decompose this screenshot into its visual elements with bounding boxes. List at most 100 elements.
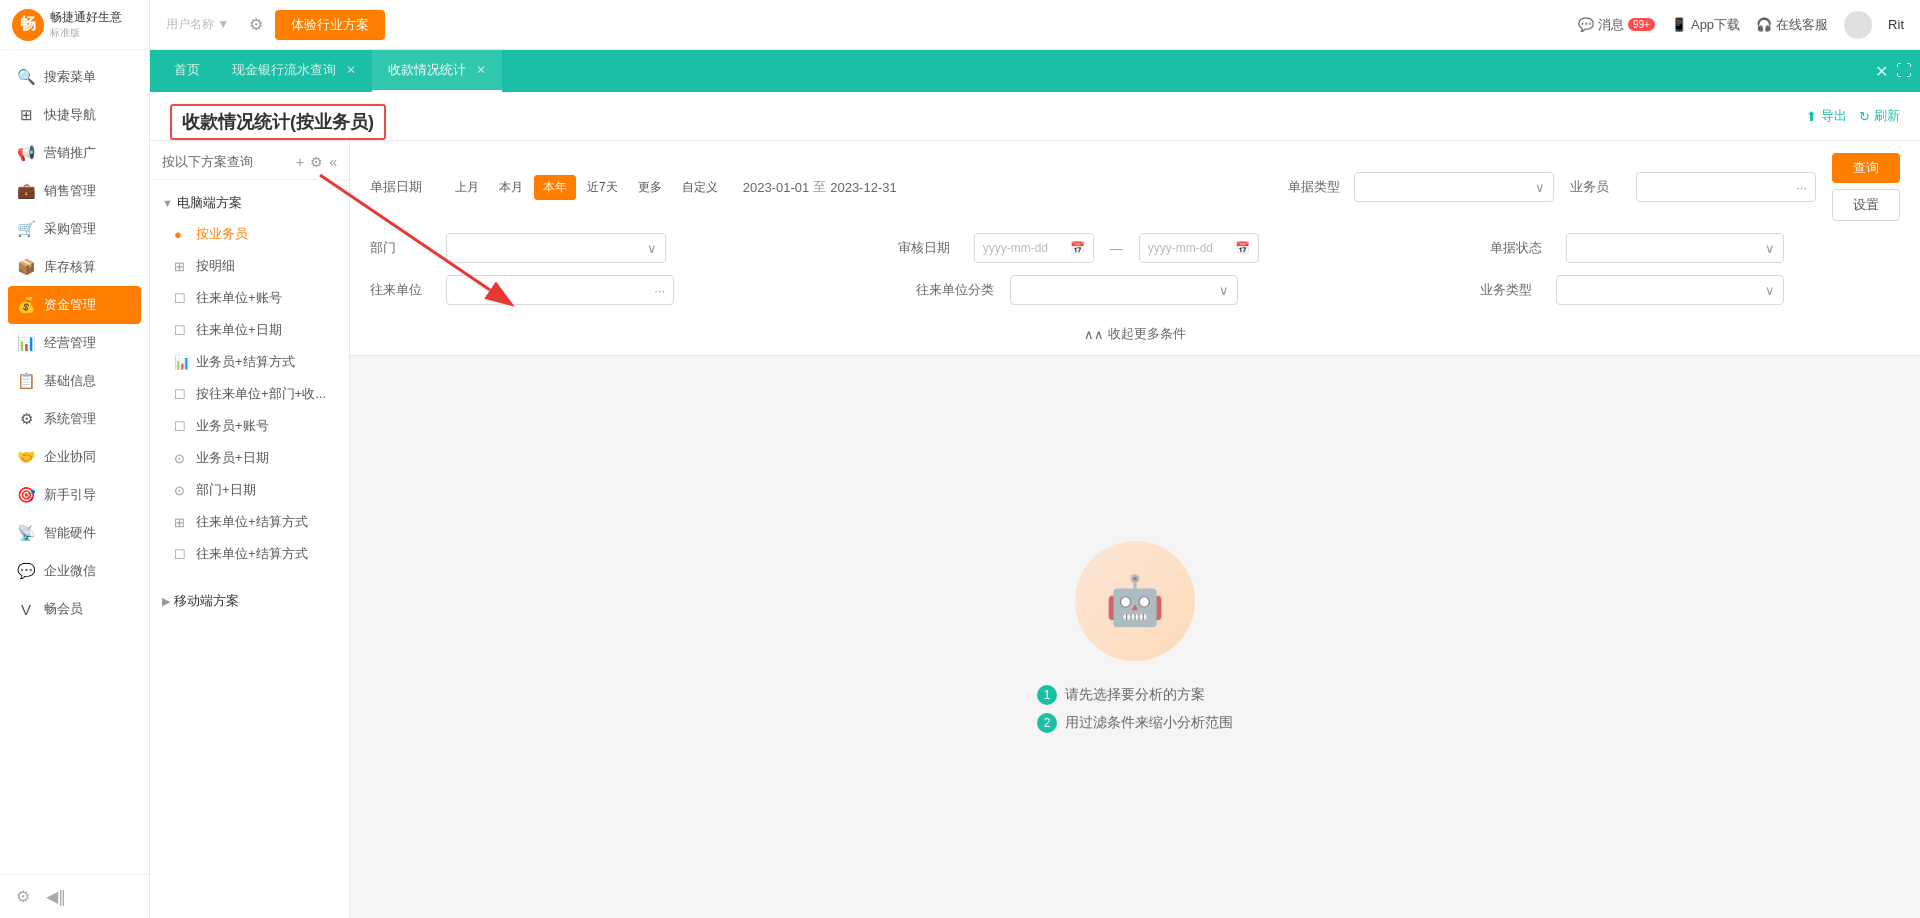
sidebar-item-guide[interactable]: 🎯 新手引导 xyxy=(0,476,149,514)
bank-flow-tab-close[interactable]: ✕ xyxy=(346,63,356,77)
window-close-btn[interactable]: ✕ xyxy=(1875,62,1888,81)
app-download-icon: 📱 xyxy=(1671,17,1687,32)
biz-type-select[interactable]: ∨ xyxy=(1556,275,1784,305)
sidebar-item-hardware[interactable]: 📡 智能硬件 xyxy=(0,514,149,552)
topbar-settings-icon[interactable]: ⚙ xyxy=(249,15,263,34)
plan-item-by-detail[interactable]: ⊞ 按明细 xyxy=(150,250,349,282)
sidebar-item-sales[interactable]: 💼 销售管理 xyxy=(0,172,149,210)
sidebar-item-operations[interactable]: 📊 经营管理 xyxy=(0,324,149,362)
date-btn-this-year[interactable]: 本年 xyxy=(534,175,576,200)
date-dash: 至 xyxy=(813,178,826,196)
partner-category-select[interactable]: ∨ xyxy=(1010,275,1238,305)
footer-settings-icon[interactable]: ⚙ xyxy=(16,887,30,906)
collapse-panel-icon[interactable]: « xyxy=(329,154,337,170)
audit-date-end[interactable]: yyyy-mm-dd 📅 xyxy=(1139,233,1259,263)
doc-status-label: 单据状态 xyxy=(1490,239,1550,257)
sidebar-item-basic-info[interactable]: 📋 基础信息 xyxy=(0,362,149,400)
mobile-group-title[interactable]: ▶ 移动端方案 xyxy=(150,586,349,616)
date-btn-more[interactable]: 更多 xyxy=(629,175,671,200)
dept-date-icon: ⊙ xyxy=(174,483,190,498)
messages-item[interactable]: 💬 消息 99+ xyxy=(1578,16,1655,34)
plan-item-partner-settle2[interactable]: ☐ 往来单位+结算方式 xyxy=(150,538,349,570)
topbar: 用户名称 ▼ ⚙ 体验行业方案 💬 消息 99+ 📱 App下载 🎧 在线客服 … xyxy=(150,0,1920,50)
date-label: 单据日期 xyxy=(370,178,430,196)
sidebar-item-purchase[interactable]: 🛒 采购管理 xyxy=(0,210,149,248)
salesperson-dots[interactable]: ··· xyxy=(1796,180,1807,195)
messages-icon: 💬 xyxy=(1578,17,1594,32)
plan-item-partner-settle1[interactable]: ⊞ 往来单位+结算方式 xyxy=(150,506,349,538)
tab-collection-stats[interactable]: 收款情况统计 ✕ xyxy=(372,50,502,92)
tip-num-2: 2 xyxy=(1037,713,1057,733)
partner-settle2-icon: ☐ xyxy=(174,547,190,562)
query-button[interactable]: 查询 xyxy=(1832,153,1900,183)
set-button[interactable]: 设置 xyxy=(1832,189,1900,221)
plan-item-by-salesperson[interactable]: ● 按业务员 xyxy=(150,218,349,250)
settings-plan-icon[interactable]: ⚙ xyxy=(310,154,323,170)
trial-button[interactable]: 体验行业方案 xyxy=(275,10,385,40)
date-range-display: 2023-01-01 至 2023-12-31 xyxy=(743,178,897,196)
partner-account-icon: ☐ xyxy=(174,291,190,306)
app-download-item[interactable]: 📱 App下载 xyxy=(1671,16,1740,34)
window-maximize-btn[interactable]: ⛶ xyxy=(1896,62,1912,80)
plan-item-salesperson-date[interactable]: ⊙ 业务员+日期 xyxy=(150,442,349,474)
online-service-item[interactable]: 🎧 在线客服 xyxy=(1756,16,1828,34)
empty-tip-2: 2 用过滤条件来缩小分析范围 xyxy=(1037,713,1233,733)
topbar-right: 💬 消息 99+ 📱 App下载 🎧 在线客服 Rit xyxy=(1578,11,1904,39)
main-content: 用户名称 ▼ ⚙ 体验行业方案 💬 消息 99+ 📱 App下载 🎧 在线客服 … xyxy=(150,0,1920,918)
dept-select[interactable]: ∨ xyxy=(446,233,666,263)
doc-type-select[interactable]: ∨ xyxy=(1354,172,1554,202)
right-panel: 单据日期 上月 本月 本年 近7天 更多 自定义 2023-01-01 至 xyxy=(350,141,1920,918)
page-header-actions: ⬆ 导出 ↻ 刷新 xyxy=(1806,107,1900,137)
sidebar-item-member[interactable]: V 畅会员 xyxy=(0,590,149,628)
sidebar-item-enterprise[interactable]: 🤝 企业协同 xyxy=(0,438,149,476)
tab-home[interactable]: 首页 xyxy=(158,50,216,92)
date-btn-last-month[interactable]: 上月 xyxy=(446,175,488,200)
collection-stats-tab-close[interactable]: ✕ xyxy=(476,63,486,77)
plan-item-partner-dept-collect[interactable]: ☐ 按往来单位+部门+收... xyxy=(150,378,349,410)
partner-dots[interactable]: ··· xyxy=(654,283,665,298)
audit-date-separator: — xyxy=(1110,241,1123,256)
sidebar-item-marketing[interactable]: 📢 营销推广 xyxy=(0,134,149,172)
empty-tips: 1 请先选择要分析的方案 2 用过滤条件来缩小分析范围 xyxy=(1037,685,1233,733)
doc-status-select[interactable]: ∨ xyxy=(1566,233,1784,263)
desktop-group-arrow: ▼ xyxy=(162,197,173,209)
plan-item-partner-date[interactable]: ☐ 往来单位+日期 xyxy=(150,314,349,346)
user-avatar[interactable] xyxy=(1844,11,1872,39)
add-plan-icon[interactable]: + xyxy=(296,154,304,170)
tip-num-1: 1 xyxy=(1037,685,1057,705)
sidebar-item-quick-nav[interactable]: ⊞ 快捷导航 xyxy=(0,96,149,134)
plan-item-dept-date[interactable]: ⊙ 部门+日期 xyxy=(150,474,349,506)
audit-date-start[interactable]: yyyy-mm-dd 📅 xyxy=(974,233,1094,263)
export-button[interactable]: ⬆ 导出 xyxy=(1806,107,1847,125)
app-logo: 畅 畅捷通好生意 标准版 xyxy=(0,0,149,50)
tab-bank-flow[interactable]: 现金银行流水查询 ✕ xyxy=(216,50,372,92)
plan-item-salesperson-settle[interactable]: 📊 业务员+结算方式 xyxy=(150,346,349,378)
logo-icon: 畅 xyxy=(12,9,44,41)
sidebar-item-search-menu[interactable]: 🔍 搜索菜单 xyxy=(0,58,149,96)
sidebar-item-finance[interactable]: 💰 资金管理 xyxy=(8,286,141,324)
wechat-icon: 💬 xyxy=(16,562,36,580)
plan-item-salesperson-account[interactable]: ☐ 业务员+账号 xyxy=(150,410,349,442)
sidebar-item-wechat[interactable]: 💬 企业微信 xyxy=(0,552,149,590)
partner-select[interactable]: ··· xyxy=(446,275,674,305)
filter-row-1: 单据日期 上月 本月 本年 近7天 更多 自定义 2023-01-01 至 xyxy=(370,153,1900,221)
footer-collapse-icon[interactable]: ◀‖ xyxy=(46,887,66,906)
left-panel-header: 按以下方案查询 + ⚙ « xyxy=(150,141,349,180)
collection-stats-tab-label: 收款情况统计 xyxy=(388,61,466,79)
salesperson-select[interactable]: ··· xyxy=(1636,172,1816,202)
inventory-icon: 📦 xyxy=(16,258,36,276)
plan-item-partner-account[interactable]: ☐ 往来单位+账号 xyxy=(150,282,349,314)
date-btn-custom[interactable]: 自定义 xyxy=(673,175,727,200)
partner-settle1-icon: ⊞ xyxy=(174,515,190,530)
refresh-button[interactable]: ↻ 刷新 xyxy=(1859,107,1900,125)
dept-arrow: ∨ xyxy=(647,241,657,256)
empty-illustration: 🤖 xyxy=(1075,541,1195,661)
date-btn-7days[interactable]: 近7天 xyxy=(578,175,627,200)
doc-type-label: 单据类型 xyxy=(1288,178,1348,196)
sidebar-item-inventory[interactable]: 📦 库存核算 xyxy=(0,248,149,286)
date-btn-this-month[interactable]: 本月 xyxy=(490,175,532,200)
collapse-filter-btn[interactable]: ∧∧ 收起更多条件 xyxy=(370,317,1900,343)
desktop-group-title[interactable]: ▼ 电脑端方案 xyxy=(150,188,349,218)
sidebar-item-system[interactable]: ⚙ 系统管理 xyxy=(0,400,149,438)
export-icon: ⬆ xyxy=(1806,109,1817,124)
